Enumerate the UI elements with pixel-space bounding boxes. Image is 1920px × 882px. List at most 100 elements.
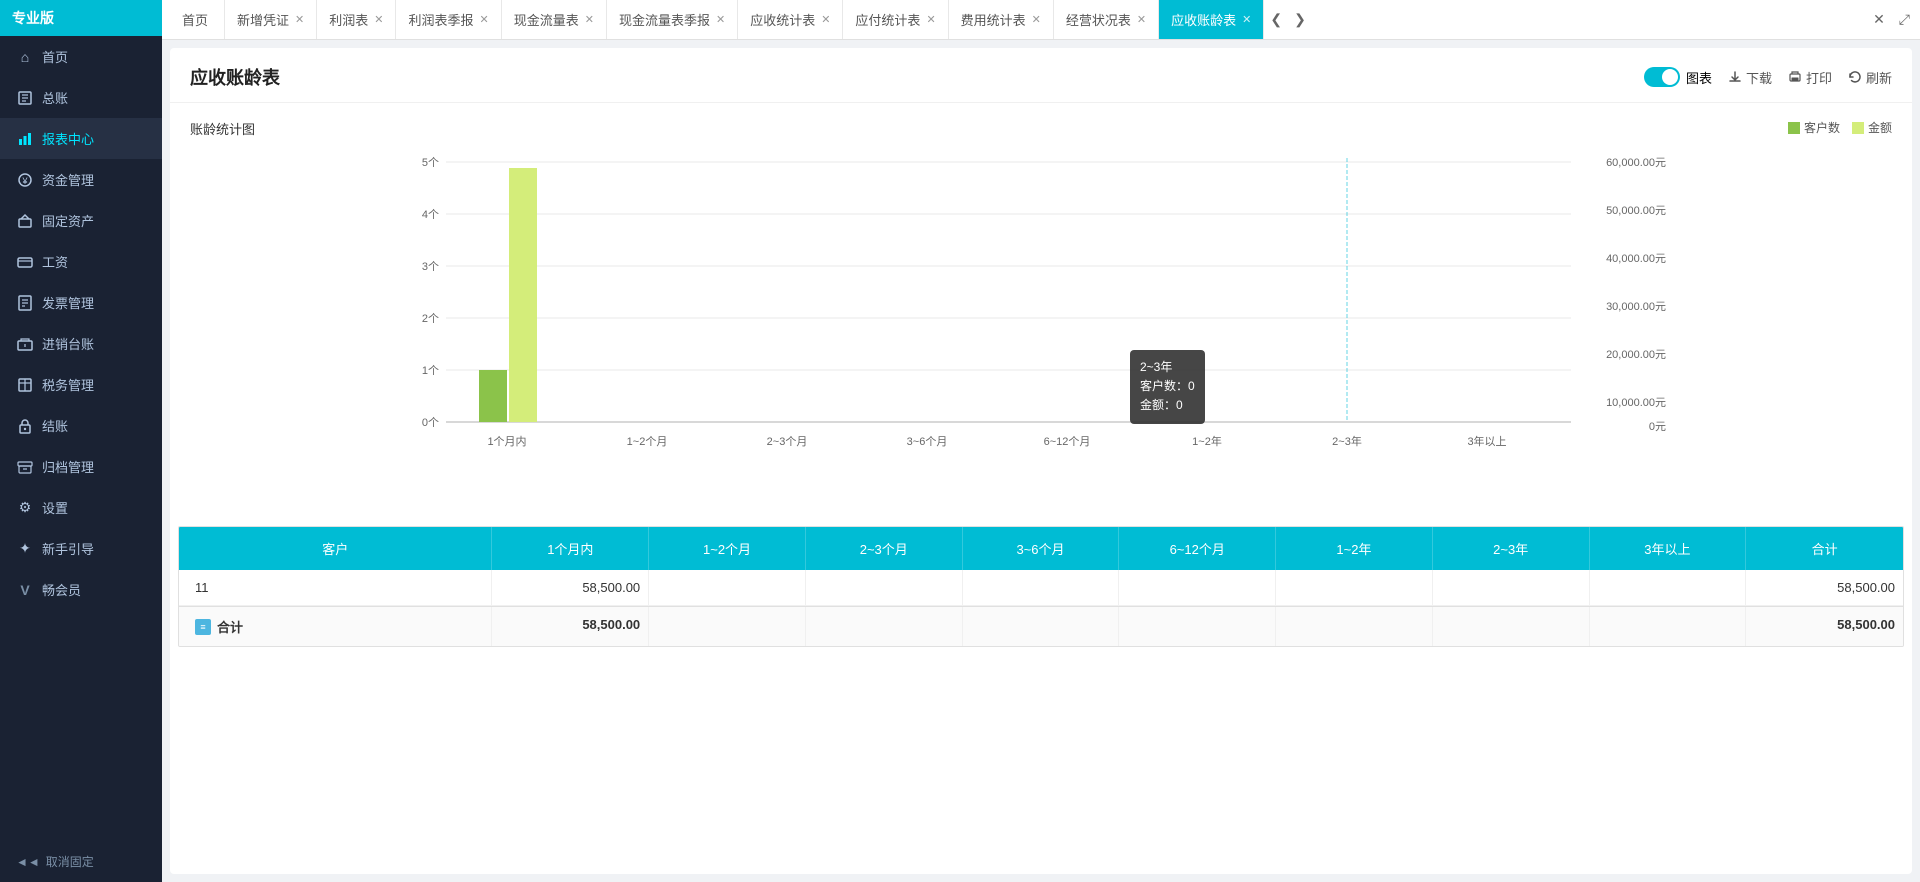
tab-profit-quarter[interactable]: 利润表季报 ✕ [396, 0, 501, 40]
total-label: ≡ 合计 [179, 607, 492, 646]
download-icon [1728, 70, 1742, 84]
tab-ops-status-close[interactable]: ✕ [1137, 13, 1146, 26]
tab-bar: 首页 新增凭证 ✕ 利润表 ✕ 利润表季报 ✕ 现金流量表 ✕ 现金流量表季报 … [162, 0, 1920, 40]
collapse-sidebar-btn[interactable]: ◄◄ 取消固定 [0, 841, 162, 882]
sidebar-item-home[interactable]: ⌂ 首页 [0, 36, 162, 77]
col-m6: 1~2年 [1276, 527, 1433, 570]
settings-icon: ⚙ [16, 499, 34, 517]
guide-icon: ✦ [16, 540, 34, 558]
cell-m1: 58,500.00 [492, 570, 649, 605]
toggle-label: 图表 [1686, 68, 1712, 87]
tab-expand-btn[interactable]: ⤢ [1893, 0, 1916, 40]
refresh-btn[interactable]: 刷新 [1848, 68, 1892, 87]
tab-next-btn[interactable]: ❯ [1288, 0, 1312, 40]
chart-toggle[interactable]: 图表 [1644, 67, 1712, 87]
svg-text:0个: 0个 [422, 416, 439, 429]
sidebar-item-reports[interactable]: 报表中心 [0, 118, 162, 159]
total-label-text: 合计 [217, 617, 243, 636]
sidebar-item-label: 固定资产 [42, 211, 94, 230]
sidebar-item-funds[interactable]: ¥ 资金管理 [0, 159, 162, 200]
svg-text:1个: 1个 [422, 364, 439, 377]
table-header: 客户 1个月内 1~2个月 2~3个月 3~6个月 6~12个月 1~2年 2~… [179, 527, 1903, 570]
sidebar: 专业版 ⌂ 首页 总账 报表中心 ¥ [0, 0, 162, 882]
tab-cashflow-quarter[interactable]: 现金流量表季报 ✕ [607, 0, 738, 40]
col-m8: 3年以上 [1590, 527, 1747, 570]
tab-close-all-btn[interactable]: ✕ [1865, 0, 1893, 40]
tab-ap-stats-close[interactable]: ✕ [926, 13, 935, 26]
bar-customer-1[interactable] [479, 370, 507, 422]
tab-ar-aging-close[interactable]: ✕ [1242, 13, 1251, 26]
sidebar-item-label: 总账 [42, 88, 68, 107]
tab-cashflow[interactable]: 现金流量表 ✕ [502, 0, 607, 40]
legend-amount: 金额 [1852, 119, 1892, 136]
tab-ap-stats[interactable]: 应付统计表 ✕ [843, 0, 948, 40]
svg-text:20,000.00元: 20,000.00元 [1606, 349, 1666, 361]
tab-cashflow-quarter-close[interactable]: ✕ [716, 13, 725, 26]
cell-customer: 11 [179, 570, 492, 605]
sidebar-item-invoice[interactable]: 发票管理 [0, 282, 162, 323]
svg-text:0元: 0元 [1649, 421, 1666, 433]
tab-expense-stats-close[interactable]: ✕ [1032, 13, 1041, 26]
tab-cashflow-close[interactable]: ✕ [585, 13, 594, 26]
member-icon: V [16, 581, 34, 599]
total-m5 [1119, 607, 1276, 646]
svg-text:3个: 3个 [422, 260, 439, 273]
tab-ar-stats-label: 应收统计表 [750, 10, 815, 29]
svg-text:10,000.00元: 10,000.00元 [1606, 397, 1666, 409]
print-btn[interactable]: 打印 [1788, 68, 1832, 87]
archive-icon [16, 458, 34, 476]
sidebar-item-guide[interactable]: ✦ 新手引导 [0, 528, 162, 569]
sidebar-item-member[interactable]: V 畅会员 [0, 569, 162, 610]
tab-profit-close[interactable]: ✕ [374, 13, 383, 26]
sidebar-item-label: 归档管理 [42, 457, 94, 476]
sidebar-item-inventory[interactable]: 进销台账 [0, 323, 162, 364]
legend-amount-label: 金额 [1868, 119, 1892, 136]
svg-text:2个: 2个 [422, 312, 439, 325]
sidebar-item-tax[interactable]: 税务管理 [0, 364, 162, 405]
total-icon: ≡ [195, 619, 211, 635]
total-m2 [649, 607, 806, 646]
total-m4 [963, 607, 1120, 646]
page-actions: 图表 下载 打印 [1644, 67, 1892, 87]
sidebar-item-payroll[interactable]: 工资 [0, 241, 162, 282]
cell-m4 [963, 570, 1120, 605]
tab-ar-stats[interactable]: 应收统计表 ✕ [738, 0, 843, 40]
closing-icon [16, 417, 34, 435]
total-total: 58,500.00 [1746, 607, 1903, 646]
tab-cashflow-label: 现金流量表 [514, 10, 579, 29]
tab-prev-btn[interactable]: ❮ [1264, 0, 1288, 40]
tab-voucher[interactable]: 新增凭证 ✕ [225, 0, 317, 40]
tab-ops-status[interactable]: 经营状况表 ✕ [1054, 0, 1159, 40]
svg-text:2~3年: 2~3年 [1332, 434, 1362, 448]
app-logo: 专业版 [0, 0, 162, 36]
sidebar-item-settings[interactable]: ⚙ 设置 [0, 487, 162, 528]
bar-amount-1[interactable] [509, 168, 537, 422]
invoice-icon [16, 294, 34, 312]
tab-ar-aging[interactable]: 应收账龄表 ✕ [1159, 0, 1264, 40]
sidebar-item-closing[interactable]: 结账 [0, 405, 162, 446]
legend-customer: 客户数 [1788, 119, 1840, 136]
svg-text:1~2年: 1~2年 [1192, 434, 1222, 448]
toggle-track[interactable] [1644, 67, 1680, 87]
tab-voucher-close[interactable]: ✕ [295, 13, 304, 26]
tab-profit[interactable]: 利润表 ✕ [317, 0, 396, 40]
chart-area: 账龄统计图 客户数 金额 5个 4个 3个 2个 1个 [170, 103, 1912, 526]
sidebar-item-assets[interactable]: 固定资产 [0, 200, 162, 241]
tab-profit-quarter-close[interactable]: ✕ [480, 13, 489, 26]
page-header: 应收账龄表 图表 下载 [170, 48, 1912, 103]
sidebar-item-ledger[interactable]: 总账 [0, 77, 162, 118]
tab-expense-stats[interactable]: 费用统计表 ✕ [949, 0, 1054, 40]
tab-home[interactable]: 首页 [166, 0, 225, 40]
toggle-thumb [1662, 69, 1678, 85]
refresh-icon [1848, 70, 1862, 84]
cell-m5 [1119, 570, 1276, 605]
tab-ar-aging-label: 应收账龄表 [1171, 10, 1236, 29]
tab-ar-stats-close[interactable]: ✕ [821, 13, 830, 26]
svg-text:2~3个月: 2~3个月 [767, 435, 808, 448]
cell-m7 [1433, 570, 1590, 605]
svg-text:4个: 4个 [422, 208, 439, 221]
chart-title: 账龄统计图 [190, 119, 1892, 138]
sidebar-item-archive[interactable]: 归档管理 [0, 446, 162, 487]
download-btn[interactable]: 下载 [1728, 68, 1772, 87]
tax-icon [16, 376, 34, 394]
